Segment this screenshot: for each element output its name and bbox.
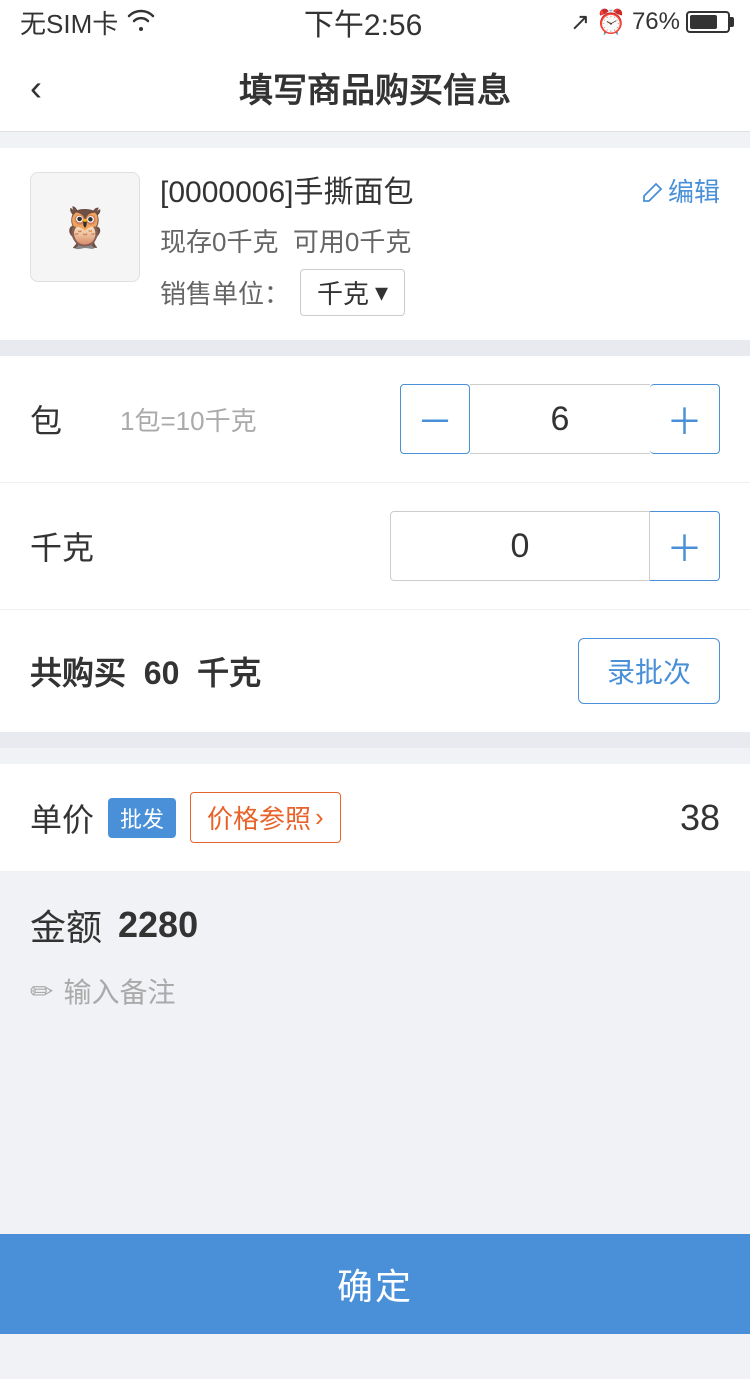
unit-select[interactable]: 千克 ▾ [300,269,405,316]
amount-value: 2280 [118,904,198,946]
divider-1 [0,340,750,356]
remark-row[interactable]: ✏ 输入备注 [30,971,720,1039]
price-row: 单价 批发 价格参照 › 38 [30,792,720,843]
pack-decrement-button[interactable]: － [400,384,470,454]
kg-increment-button[interactable]: ＋ [650,511,720,581]
price-ref-label: 价格参照 [207,799,311,836]
location-icon: ↗ [570,8,590,37]
pack-controls: － ＋ [400,384,720,454]
pack-label: 包 [30,396,110,442]
page-title: 填写商品购买信息 [239,63,511,112]
battery-bar [686,11,730,33]
price-ref-button[interactable]: 价格参照 › [190,792,341,843]
batch-button[interactable]: 录批次 [578,638,720,704]
product-stock: 现存0千克 可用0千克 [160,222,720,259]
carrier-label: 无SIM卡 [20,4,118,41]
battery-fill [690,15,717,29]
quantity-section: 包 1包=10千克 － ＋ 千克 ＋ [0,356,750,610]
product-name: [0000006]手撕面包 [160,172,413,214]
status-left: 无SIM卡 [20,4,156,41]
back-button[interactable]: ‹ [30,57,52,119]
pack-increment-button[interactable]: ＋ [650,384,720,454]
status-time: 下午2:56 [304,0,422,44]
unit-value: 千克 [317,274,369,311]
wifi-icon [126,7,156,38]
product-thumbnail: 🦉 [30,172,140,282]
total-value: 60 [144,655,180,691]
price-ref-arrow-icon: › [315,802,324,833]
unit-label: 销售单位： [160,274,290,311]
pack-input[interactable] [470,384,650,454]
remark-placeholder: 输入备注 [63,971,175,1011]
product-card: 🦉 [0000006]手撕面包 编辑 现存0千克 可用0千克 销售单位： 千克 … [0,148,750,340]
edit-label: 编辑 [668,172,720,209]
alarm-icon: ⏰ [596,8,626,37]
status-right: ↗ ⏰ 76% [570,8,730,37]
amount-label: 金额 [30,899,102,951]
divider-2 [0,732,750,748]
total-row: 共购买 60 千克 录批次 [0,610,750,732]
edit-button[interactable]: 编辑 [642,172,720,209]
kg-row: 千克 ＋ [0,483,750,610]
price-value: 38 [680,797,720,839]
amount-row: 金额 2280 [30,899,720,971]
pack-hint: 1包=10千克 [120,401,400,438]
battery-percent: 76% [632,8,680,36]
status-bar: 无SIM卡 下午2:56 ↗ ⏰ 76% [0,0,750,44]
product-unit-row: 销售单位： 千克 ▾ [160,269,720,316]
total-label: 共购买 60 千克 [30,648,578,694]
price-type-tag: 批发 [108,798,176,838]
price-label: 单价 [30,795,94,841]
pack-row: 包 1包=10千克 － ＋ [0,356,750,483]
unit-chevron-icon: ▾ [375,277,388,308]
kg-label: 千克 [30,523,110,569]
nav-bar: ‹ 填写商品购买信息 [0,44,750,132]
kg-controls: ＋ [390,511,720,581]
product-info: [0000006]手撕面包 编辑 现存0千克 可用0千克 销售单位： 千克 ▾ [160,172,720,316]
amount-section: 金额 2280 ✏ 输入备注 [0,871,750,1039]
pencil-icon: ✏ [30,975,53,1008]
confirm-button[interactable]: 确定 [0,1234,750,1334]
kg-input[interactable] [390,511,650,581]
price-section: 单价 批发 价格参照 › 38 [0,764,750,871]
